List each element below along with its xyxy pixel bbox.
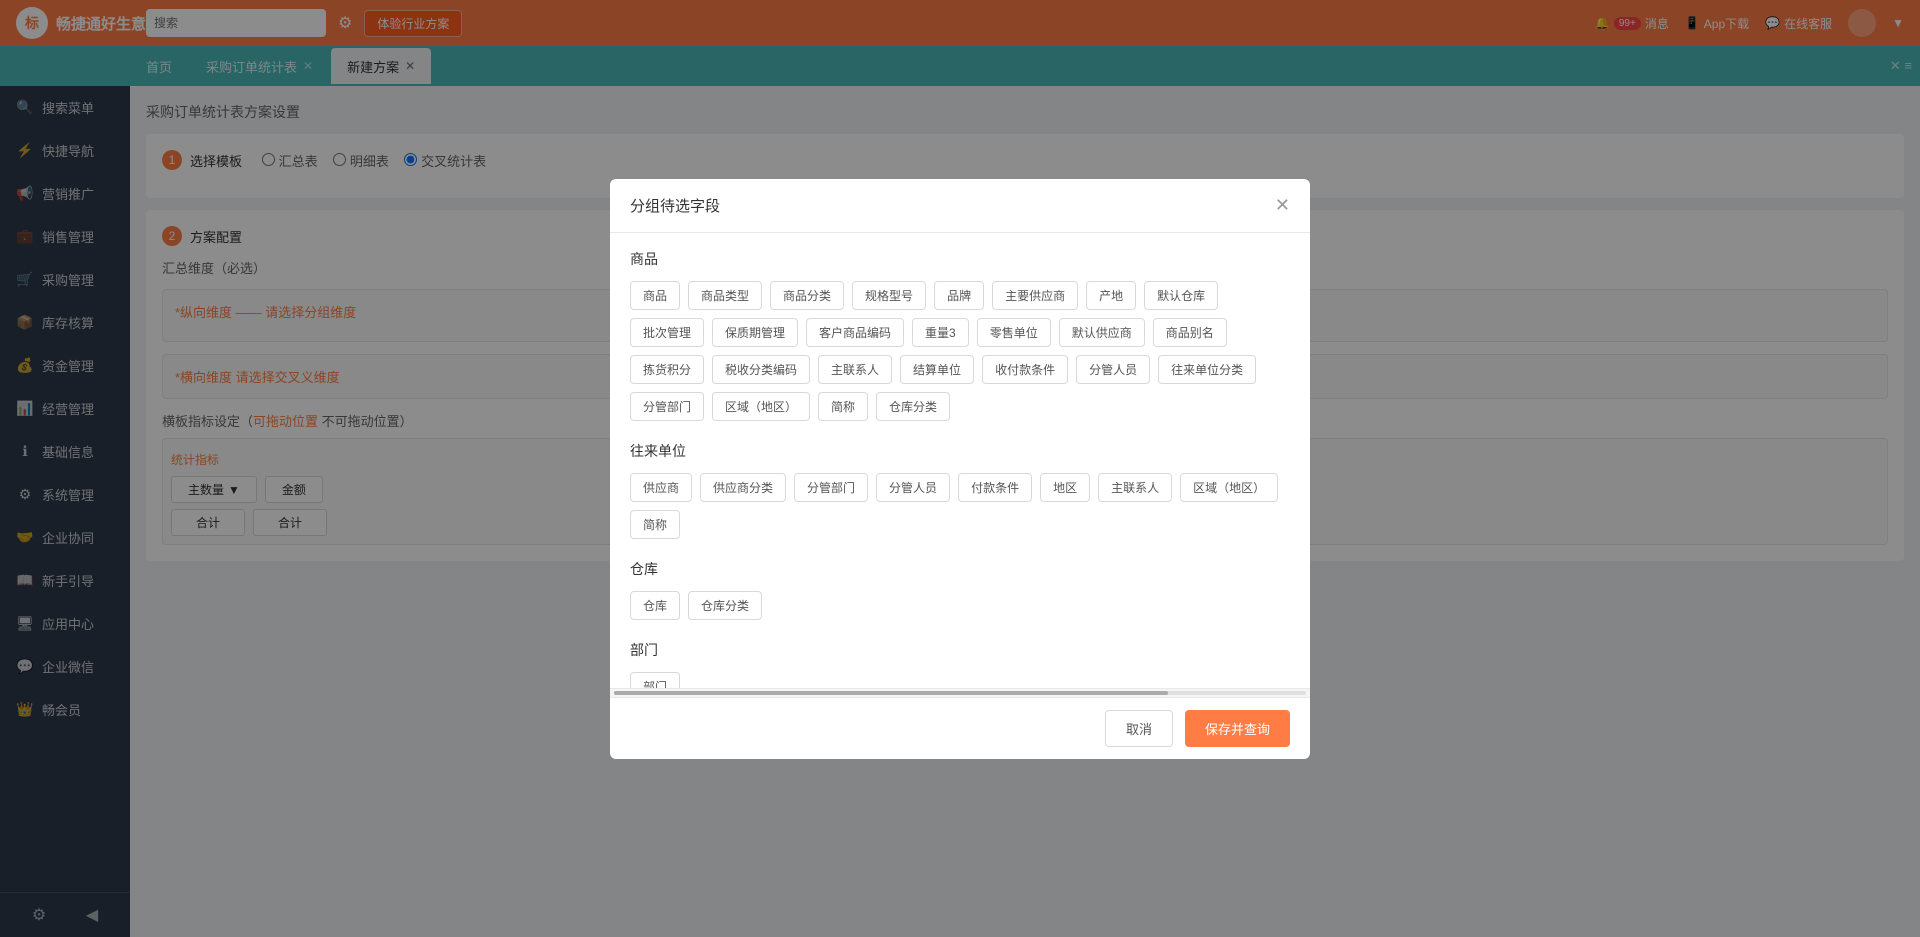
field-chip[interactable]: 零售单位 [977,318,1051,347]
field-chip[interactable]: 分管人员 [876,473,950,502]
modal-close-btn[interactable]: ✕ [1275,195,1290,216]
field-chip[interactable]: 往来单位分类 [1158,355,1256,384]
field-chip[interactable]: 默认仓库 [1144,281,1218,310]
field-chip[interactable]: 重量3 [912,318,969,347]
modal-body[interactable]: 商品商品商品类型商品分类规格型号品牌主要供应商产地默认仓库批次管理保质期管理客户… [610,233,1310,689]
field-chip[interactable]: 供应商 [630,473,692,502]
modal-footer: 取消 保存并查询 [610,697,1310,759]
field-chip[interactable]: 分管人员 [1076,355,1150,384]
field-chip[interactable]: 区域（地区） [712,392,810,421]
field-chip[interactable]: 分管部门 [630,392,704,421]
field-section-warehouse: 仓库仓库仓库分类 [630,559,1290,620]
field-chip[interactable]: 仓库分类 [876,392,950,421]
field-chip[interactable]: 供应商分类 [700,473,786,502]
field-chip[interactable]: 付款条件 [958,473,1032,502]
field-chip[interactable]: 商品分类 [770,281,844,310]
field-chip[interactable]: 简称 [818,392,868,421]
field-chip[interactable]: 结算单位 [900,355,974,384]
field-chip[interactable]: 拣货积分 [630,355,704,384]
field-chip[interactable]: 商品类型 [688,281,762,310]
field-chips-department: 部门 [630,672,1290,689]
modal-header: 分组待选字段 ✕ [610,179,1310,233]
field-chip[interactable]: 简称 [630,510,680,539]
field-chip[interactable]: 部门 [630,672,680,689]
field-chip[interactable]: 区域（地区） [1180,473,1278,502]
field-chip[interactable]: 税收分类编码 [712,355,810,384]
field-chip[interactable]: 规格型号 [852,281,926,310]
field-chip[interactable]: 客户商品编码 [806,318,904,347]
field-chip[interactable]: 保质期管理 [712,318,798,347]
field-chip[interactable]: 收付款条件 [982,355,1068,384]
field-chip[interactable]: 产地 [1086,281,1136,310]
modal-title: 分组待选字段 [630,195,720,216]
field-chip[interactable]: 品牌 [934,281,984,310]
cancel-button[interactable]: 取消 [1105,710,1173,747]
field-chips-goods: 商品商品类型商品分类规格型号品牌主要供应商产地默认仓库批次管理保质期管理客户商品… [630,281,1290,421]
field-chip[interactable]: 主要供应商 [992,281,1078,310]
field-select-modal: 分组待选字段 ✕ 商品商品商品类型商品分类规格型号品牌主要供应商产地默认仓库批次… [610,179,1310,759]
field-chips-counterpart: 供应商供应商分类分管部门分管人员付款条件地区主联系人区域（地区） 简称 [630,473,1290,539]
field-section-goods: 商品商品商品类型商品分类规格型号品牌主要供应商产地默认仓库批次管理保质期管理客户… [630,249,1290,421]
field-chip[interactable]: 商品别名 [1153,318,1227,347]
field-chip[interactable]: 主联系人 [1098,473,1172,502]
modal-hscroll[interactable] [610,688,1310,696]
field-chip[interactable]: 仓库分类 [688,591,762,620]
field-section-title-warehouse: 仓库 [630,559,1290,579]
field-section-department: 部门部门 [630,640,1290,689]
field-chip[interactable]: 默认供应商 [1059,318,1145,347]
field-section-title-department: 部门 [630,640,1290,660]
field-section-title-goods: 商品 [630,249,1290,269]
save-query-button[interactable]: 保存并查询 [1185,710,1290,747]
field-chip[interactable]: 分管部门 [794,473,868,502]
field-chip[interactable]: 主联系人 [818,355,892,384]
field-chip[interactable]: 批次管理 [630,318,704,347]
field-section-title-counterpart: 往来单位 [630,441,1290,461]
field-section-counterpart: 往来单位供应商供应商分类分管部门分管人员付款条件地区主联系人区域（地区） 简称 [630,441,1290,539]
modal-overlay: 分组待选字段 ✕ 商品商品商品类型商品分类规格型号品牌主要供应商产地默认仓库批次… [0,0,1920,937]
field-chips-warehouse: 仓库仓库分类 [630,591,1290,620]
field-chip[interactable]: 地区 [1040,473,1090,502]
field-chip[interactable]: 仓库 [630,591,680,620]
field-chip[interactable]: 商品 [630,281,680,310]
